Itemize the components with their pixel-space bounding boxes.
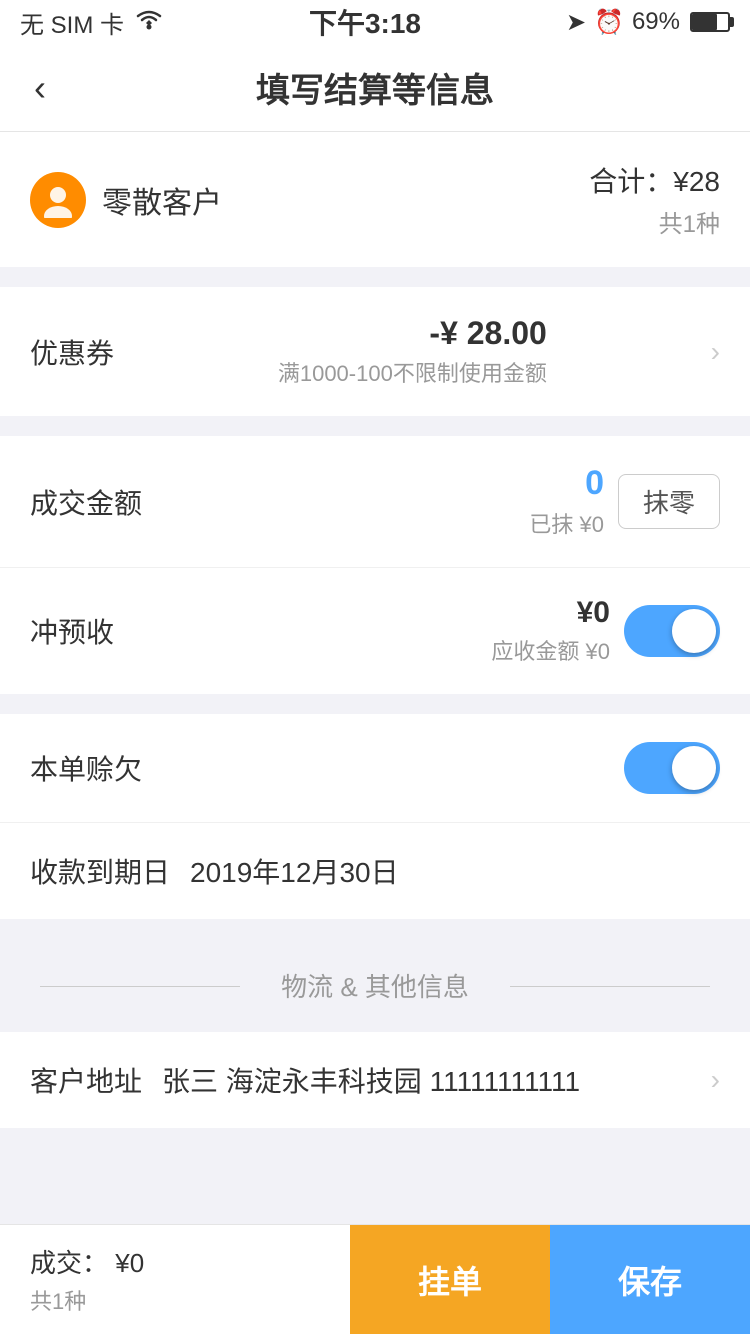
coupon-row-right: -¥ 28.00 满1000-100不限制使用金额 xyxy=(278,315,547,388)
customer-total: 合计：¥28 xyxy=(589,160,720,200)
alarm-icon: ⏰ xyxy=(594,8,624,37)
content-area: 零散客户 合计：¥28 共1种 优惠券 -¥ 28.00 满1000-100不限… xyxy=(0,132,750,1298)
debt-section: 本单赊欠 收款到期日 2019年12月30日 xyxy=(0,714,750,919)
amount-right: 0 已抹 ¥0 抹零 xyxy=(529,464,720,539)
status-right: ➤ ⏰ 69% xyxy=(566,8,730,37)
transaction-section: 成交金额 0 已抹 ¥0 抹零 冲预收 ¥0 应收金额 ¥0 xyxy=(0,436,750,694)
prepay-amount: ¥0 xyxy=(491,596,610,630)
amount-right-inner: 0 已抹 ¥0 xyxy=(529,464,604,539)
address-chevron-icon: › xyxy=(711,1064,720,1096)
due-date-row[interactable]: 收款到期日 2019年12月30日 xyxy=(0,823,750,919)
footer-deal: 成交： ¥0 xyxy=(30,1243,320,1280)
battery-icon xyxy=(690,12,730,32)
customer-name: 零散客户 xyxy=(102,178,222,222)
customer-avatar xyxy=(30,172,86,228)
coupon-label: 优惠券 xyxy=(30,332,114,372)
debt-row: 本单赊欠 xyxy=(0,714,750,823)
footer-info: 成交： ¥0 共1种 xyxy=(0,1243,350,1316)
coupon-chevron-icon: › xyxy=(711,336,720,368)
nav-bar: ‹ 填写结算等信息 xyxy=(0,44,750,132)
address-section: 客户地址 张三 海淀永丰科技园 11111111111 › xyxy=(0,1032,750,1128)
address-label: 客户地址 xyxy=(30,1060,142,1100)
prepay-row: 冲预收 ¥0 应收金额 ¥0 xyxy=(0,568,750,694)
prepay-right: ¥0 应收金额 ¥0 xyxy=(491,596,720,666)
wifi-icon xyxy=(134,8,164,37)
debt-label: 本单赊欠 xyxy=(30,748,142,788)
debt-toggle[interactable] xyxy=(624,742,720,794)
due-date-value: 2019年12月30日 xyxy=(190,851,399,891)
status-time: 下午3:18 xyxy=(309,2,421,42)
footer-deal-label: 成交： xyxy=(30,1248,108,1278)
customer-left: 零散客户 xyxy=(30,172,222,228)
status-left: 无 SIM 卡 xyxy=(20,5,164,40)
coupon-amount: -¥ 28.00 xyxy=(278,315,547,352)
customer-section: 零散客户 合计：¥28 共1种 xyxy=(0,132,750,267)
location-icon: ➤ xyxy=(566,8,586,37)
battery-percent: 69% xyxy=(632,8,680,36)
customer-right: 合计：¥28 共1种 xyxy=(589,160,720,239)
coupon-section: 优惠券 -¥ 28.00 满1000-100不限制使用金额 › xyxy=(0,287,750,416)
logistics-divider: 物流 & 其他信息 xyxy=(0,939,750,1032)
prepay-accountable: 应收金额 ¥0 xyxy=(491,634,610,666)
address-row[interactable]: 客户地址 张三 海淀永丰科技园 11111111111 › xyxy=(0,1032,750,1128)
due-date-key: 收款到期日 xyxy=(30,851,170,891)
coupon-description: 满1000-100不限制使用金额 xyxy=(278,356,547,388)
status-bar: 无 SIM 卡 下午3:18 ➤ ⏰ 69% xyxy=(0,0,750,44)
logistics-label: 物流 & 其他信息 xyxy=(281,972,469,1002)
debt-toggle-knob xyxy=(672,746,716,790)
page-title: 填写结算等信息 xyxy=(256,63,494,112)
prepay-amounts: ¥0 应收金额 ¥0 xyxy=(491,596,610,666)
customer-count: 共1种 xyxy=(589,204,720,239)
footer-count: 共1种 xyxy=(30,1284,320,1316)
hold-button[interactable]: 挂单 xyxy=(350,1225,550,1334)
save-button[interactable]: 保存 xyxy=(550,1225,750,1334)
footer: 成交： ¥0 共1种 挂单 保存 xyxy=(0,1224,750,1334)
coupon-row[interactable]: 优惠券 -¥ 28.00 满1000-100不限制使用金额 › xyxy=(0,287,750,416)
footer-deal-amount: ¥0 xyxy=(115,1248,144,1278)
prepay-toggle-knob xyxy=(672,609,716,653)
amount-sub: 已抹 ¥0 xyxy=(529,507,604,539)
amount-label: 成交金额 xyxy=(30,482,142,522)
amount-row: 成交金额 0 已抹 ¥0 抹零 xyxy=(0,436,750,568)
carrier-text: 无 SIM 卡 xyxy=(20,5,124,40)
amount-value: 0 xyxy=(529,464,604,503)
address-value: 张三 海淀永丰科技园 11111111111 xyxy=(162,1060,691,1100)
prepay-label: 冲预收 xyxy=(30,611,114,651)
round-zero-button[interactable]: 抹零 xyxy=(618,474,720,529)
back-button[interactable]: ‹ xyxy=(24,57,56,119)
prepay-toggle[interactable] xyxy=(624,605,720,657)
